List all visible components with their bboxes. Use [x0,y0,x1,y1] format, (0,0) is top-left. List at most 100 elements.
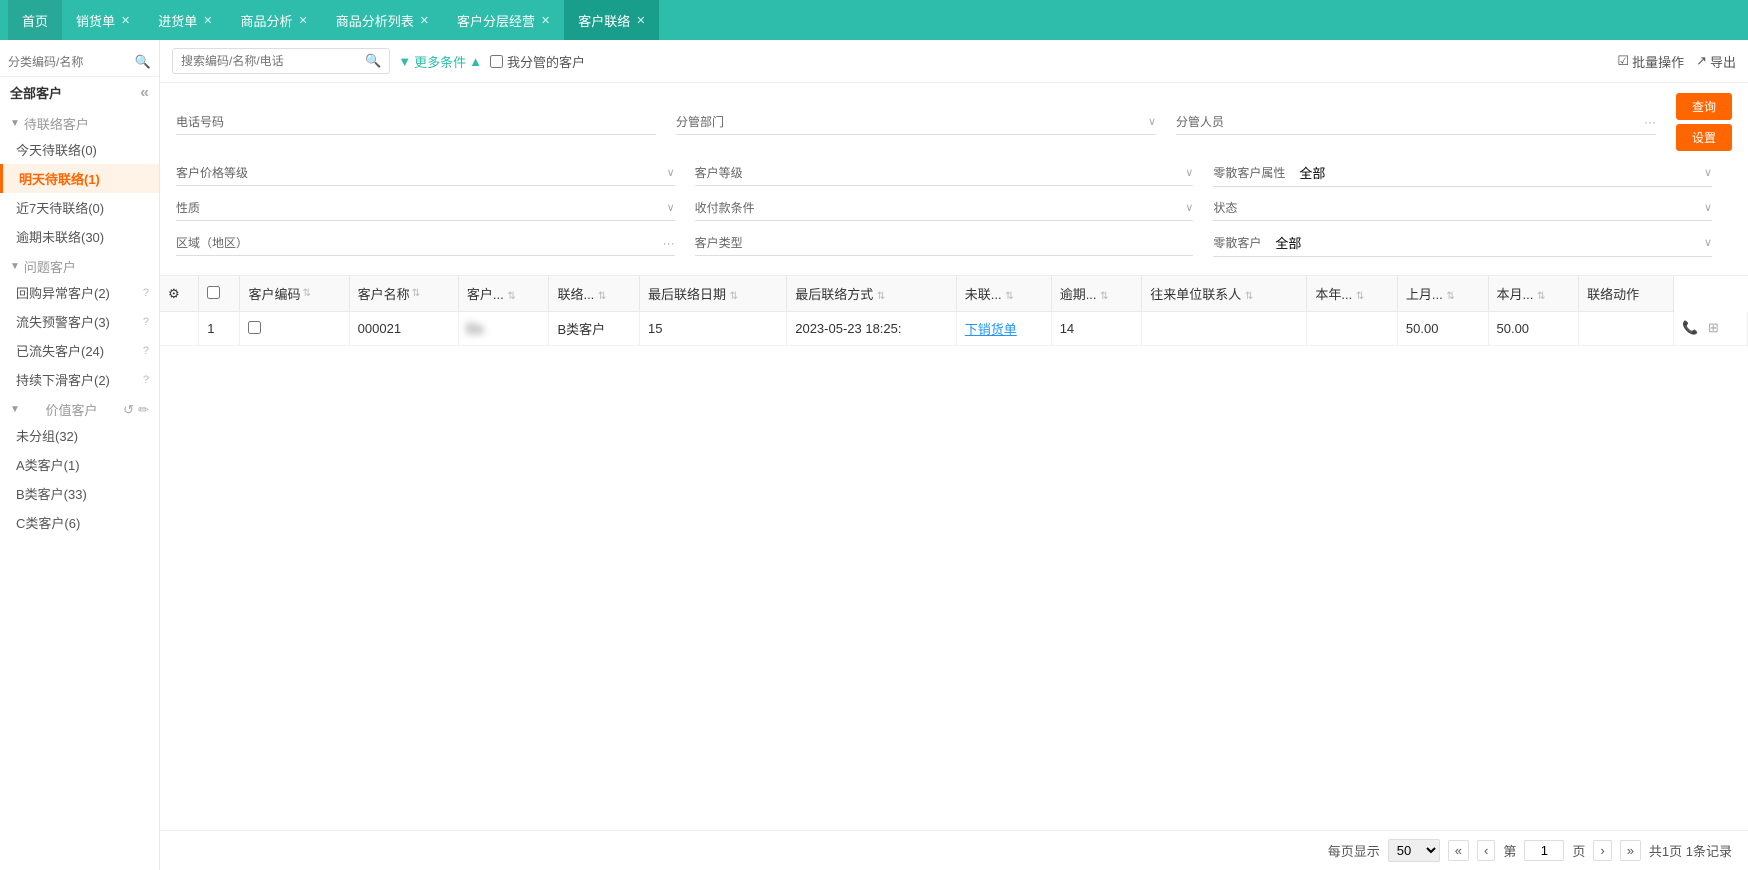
price-dropdown-icon[interactable]: ∨ [667,166,675,179]
sidebar-item-churn-warning[interactable]: 流失预警客户(3) ? [0,307,159,336]
sort-icon-last-date[interactable]: ⇅ [730,291,738,302]
nature-dropdown-icon[interactable]: ∨ [667,201,675,214]
filter-region: 区域（地区） ··· [176,230,675,256]
sidebar-item-ungrouped[interactable]: 未分组(32) [0,421,159,450]
nav-goods-analysis-list[interactable]: 商品分析列表 ✕ [322,0,443,40]
row-last-method[interactable]: 下销货单 [965,322,1017,337]
next-page-btn[interactable]: › [1593,840,1611,861]
settings-gear-icon[interactable]: ⚙ [168,286,180,301]
batch-op-label: 批量操作 [1632,52,1684,71]
th-last-method: 最后联络方式 ⇅ [787,276,957,312]
filter-nature-label: 性质 [176,199,200,216]
close-goods-analysis-list-icon[interactable]: ✕ [420,14,429,27]
filter-retail-customer: 零散客户 全部 ∨ [1213,229,1712,257]
sidebar-item-week[interactable]: 近7天待联络(0) [0,193,159,222]
sort-icon-contact-person[interactable]: ⇅ [1245,291,1253,302]
sort-icon-contact[interactable]: ⇅ [598,291,606,302]
refresh-icon[interactable]: ↺ [123,402,134,418]
close-customer-contact-icon[interactable]: ✕ [636,14,645,27]
sort-icon-this-month[interactable]: ⇅ [1537,291,1545,302]
nav-goods-analysis[interactable]: 商品分析 ✕ [226,0,321,40]
query-btn[interactable]: 查询 [1676,93,1732,120]
nav-sales[interactable]: 销货单 ✕ [62,0,144,40]
sidebar-item-overdue[interactable]: 逾期未联络(30) [0,222,159,251]
group-problem-customers: 问题客户 [0,251,159,278]
sidebar-item-type-b[interactable]: B类客户(33) [0,479,159,508]
sidebar-item-declining[interactable]: 持续下滑客户(2) ? [0,365,159,394]
nav-customer-contact[interactable]: 客户联络 ✕ [564,0,659,40]
th-this-month: 本月... ⇅ [1488,276,1579,312]
value-group-icons: ↺ ✏ [123,402,149,418]
nav-purchase[interactable]: 进货单 ✕ [144,0,226,40]
th-contact-count-label: 联络... [557,287,594,302]
sidebar-search-input[interactable] [8,55,131,69]
select-all-checkbox[interactable] [207,286,220,299]
sort-icon-uncontacted[interactable]: ⇅ [1005,291,1013,302]
sidebar-item-repurchase-label: 回购异常客户(2) [16,283,110,302]
retail-attr-dropdown-icon[interactable]: ∨ [1704,166,1712,179]
retail-customer-dropdown-icon[interactable]: ∨ [1704,236,1712,249]
filter-nature: 性质 ∨ [176,195,675,221]
th-uncontacted: 未联... ⇅ [956,276,1051,312]
sidebar-search-icon[interactable]: 🔍 [135,54,151,70]
prev-page-btn[interactable]: ‹ [1477,840,1495,861]
row-last-method-cell: 下销货单 [956,312,1051,346]
sidebar: 🔍 全部客户 « 待联络客户 今天待联络(0) 明天待联络(1) 近7天待联络(… [0,40,160,870]
th-code: 客户编码 ⇅ [240,276,349,312]
payment-dropdown-icon[interactable]: ∨ [1185,201,1193,214]
sort-icon-type[interactable]: ⇅ [507,291,515,302]
edit-icon[interactable]: ✏ [138,402,149,418]
sidebar-item-type-a[interactable]: A类客户(1) [0,450,159,479]
sidebar-collapse-icon[interactable]: « [140,84,149,102]
group-value-customers: 价值客户 ↺ ✏ [0,394,159,421]
more-filter-btn[interactable]: ▼ 更多条件 ▲ [398,52,482,71]
sidebar-item-type-c[interactable]: C类客户(6) [0,508,159,537]
sort-icon-last-month[interactable]: ⇅ [1446,291,1454,302]
batch-op-btn[interactable]: ☑ 批量操作 [1617,52,1684,71]
close-purchase-icon[interactable]: ✕ [203,14,212,27]
sidebar-item-repurchase-abnormal[interactable]: 回购异常客户(2) ? [0,278,159,307]
row-phone-action-icon[interactable]: 📞 [1682,320,1698,335]
first-page-btn[interactable]: « [1448,840,1469,861]
per-page-select[interactable]: 50 100 200 [1388,839,1440,862]
nav-home[interactable]: 首页 [8,0,62,40]
filter-level-label: 客户等级 [695,164,743,181]
sidebar-item-today[interactable]: 今天待联络(0) [0,135,159,164]
th-last-month-label: 上月... [1406,287,1443,302]
status-dropdown-icon[interactable]: ∨ [1704,201,1712,214]
level-dropdown-icon[interactable]: ∨ [1185,166,1193,179]
search-input[interactable] [181,54,361,68]
group-problem-label: 问题客户 [24,257,76,276]
all-customers-item[interactable]: 全部客户 « [0,77,159,108]
sidebar-item-tomorrow[interactable]: 明天待联络(1) [0,164,159,193]
sort-icon-this-year[interactable]: ⇅ [1356,291,1364,302]
search-icon[interactable]: 🔍 [365,53,381,69]
sidebar-item-declining-label: 持续下滑客户(2) [16,370,110,389]
row-code-cell: 000021 [349,312,458,346]
sort-icon-code[interactable]: ⇅ [302,288,310,299]
filter-customer-price: 客户价格等级 ∨ [176,160,675,186]
row-settings-cell [160,312,199,346]
action-buttons: 查询 设置 [1676,93,1732,151]
nav-customer-tier[interactable]: 客户分层经营 ✕ [443,0,564,40]
my-customers-checkbox[interactable] [490,55,503,68]
close-sales-icon[interactable]: ✕ [121,14,130,27]
sidebar-item-churned[interactable]: 已流失客户(24) ? [0,336,159,365]
row-contact-count-cell: 15 [640,312,787,346]
region-ellipsis-icon[interactable]: ··· [663,236,675,250]
row-checkbox[interactable] [248,321,261,334]
person-ellipsis-icon[interactable]: ··· [1644,115,1656,129]
export-btn[interactable]: ↗ 导出 [1696,52,1736,71]
close-customer-tier-icon[interactable]: ✕ [541,14,550,27]
row-checkbox-cell [240,312,349,346]
th-overdue-label: 逾期... [1060,287,1097,302]
settings-btn[interactable]: 设置 [1676,124,1732,151]
sort-icon-overdue[interactable]: ⇅ [1100,291,1108,302]
dept-dropdown-icon[interactable]: ∨ [1148,115,1156,128]
close-goods-analysis-icon[interactable]: ✕ [299,14,308,27]
sort-icon-last-method[interactable]: ⇅ [877,291,885,302]
sort-icon-name[interactable]: ⇅ [412,288,420,299]
row-grid-action-icon[interactable]: ⊞ [1708,320,1719,335]
last-page-btn[interactable]: » [1620,840,1641,861]
page-input[interactable] [1524,840,1564,861]
